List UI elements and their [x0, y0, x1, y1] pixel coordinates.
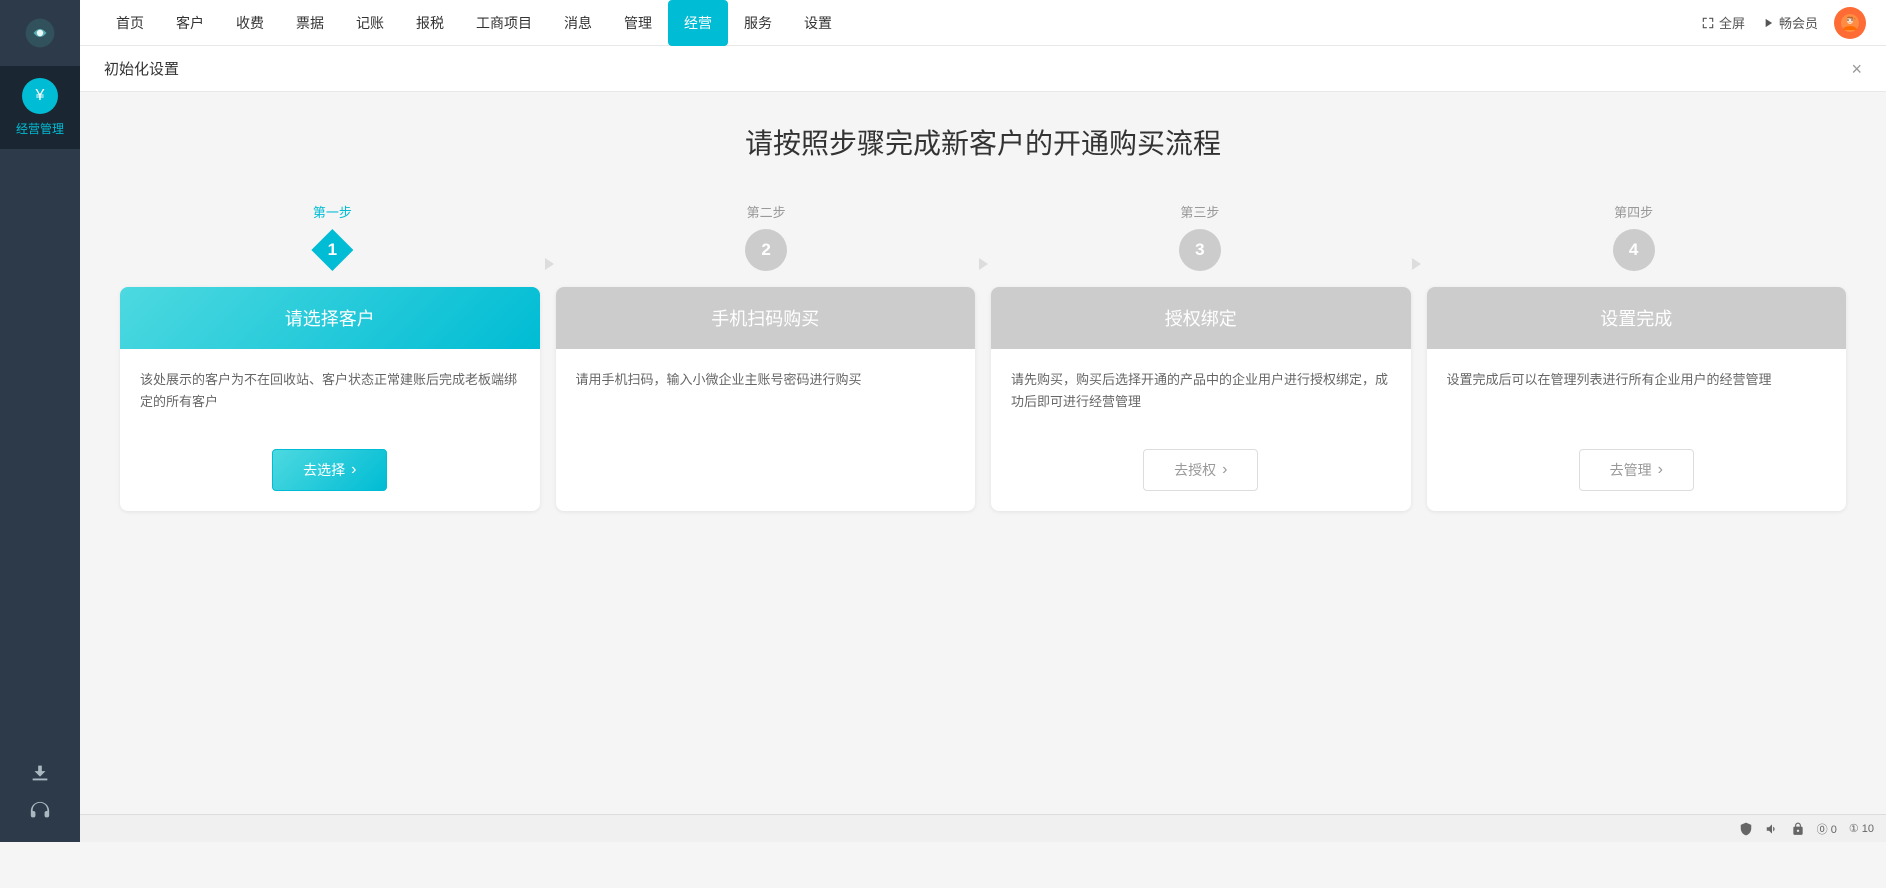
- top-navigation: 首页 客户 收费 票据 记账 报税 工商项目 消息 管理 经营 服务 设置 全屏…: [80, 0, 1886, 46]
- lock-status: [1791, 822, 1805, 836]
- card3-header: 授权绑定: [991, 287, 1411, 349]
- num-ten-status: ① 10: [1849, 822, 1874, 835]
- nav-kehu[interactable]: 客户: [160, 0, 220, 46]
- card2-header: 手机扫码购买: [556, 287, 976, 349]
- main-content: 初始化设置 × 请按照步骤完成新客户的开通购买流程 第一步 1 第二步: [80, 46, 1886, 814]
- volume-status: [1765, 822, 1779, 836]
- step4-label: 第四步: [1614, 202, 1653, 221]
- go-select-button[interactable]: 去选择 ›: [272, 449, 387, 491]
- member-label: 畅会员: [1779, 13, 1818, 32]
- user-avatar[interactable]: [1834, 7, 1866, 39]
- setup-page: 请按照步骤完成新客户的开通购买流程 第一步 1 第二步 2: [80, 92, 1886, 541]
- page-title: 初始化设置: [104, 58, 179, 79]
- nav-shoufei[interactable]: 收费: [220, 0, 280, 46]
- nav-shouye[interactable]: 首页: [100, 0, 160, 46]
- card1-header: 请选择客户: [120, 287, 540, 349]
- close-button[interactable]: ×: [1851, 60, 1862, 78]
- nav-baoshui[interactable]: 报税: [400, 0, 460, 46]
- card3-footer: 去授权 ›: [991, 433, 1411, 511]
- step2-label: 第二步: [747, 202, 786, 221]
- card4-header: 设置完成: [1427, 287, 1847, 349]
- card2-body: 请用手机扫码，输入小微企业主账号密码进行购买: [556, 349, 976, 475]
- go-manage-button[interactable]: 去管理 ›: [1579, 449, 1694, 491]
- nav-jizhi[interactable]: 记账: [340, 0, 400, 46]
- nav-gongshang[interactable]: 工商项目: [460, 0, 548, 46]
- step3-label: 第三步: [1180, 202, 1219, 221]
- nav-piaoju[interactable]: 票据: [280, 0, 340, 46]
- step1-circle: 1: [311, 229, 353, 271]
- card4-body: 设置完成后可以在管理列表进行所有企业用户的经营管理: [1427, 349, 1847, 433]
- card1-body: 该处展示的客户为不在回收站、客户状态正常建账后完成老板端绑定的所有客户: [120, 349, 540, 433]
- fullscreen-label: 全屏: [1719, 13, 1745, 32]
- sidebar-bottom: [0, 762, 80, 842]
- setup-main-title: 请按照步骤完成新客户的开通购买流程: [120, 122, 1846, 162]
- nav-guanli[interactable]: 管理: [608, 0, 668, 46]
- card-auth-bind: 授权绑定 请先购买，购买后选择开通的产品中的企业用户进行授权绑定，成功后即可进行…: [991, 287, 1411, 511]
- shield-status: [1739, 822, 1753, 836]
- status-bar-right: ⓪ 0 ① 10: [1739, 821, 1874, 837]
- yuan-icon: ¥: [22, 78, 58, 114]
- card4-footer: 去管理 ›: [1427, 433, 1847, 511]
- card1-footer: 去选择 ›: [120, 433, 540, 511]
- headset-icon[interactable]: [29, 800, 51, 822]
- card-select-customer: 请选择客户 该处展示的客户为不在回收站、客户状态正常建账后完成老板端绑定的所有客…: [120, 287, 540, 511]
- step2-circle: 2: [745, 229, 787, 271]
- step1-label: 第一步: [313, 202, 352, 221]
- nav-jingying[interactable]: 经营: [668, 0, 728, 46]
- fullscreen-button[interactable]: 全屏: [1701, 13, 1745, 32]
- sidebar-logo: [15, 10, 65, 56]
- nav-xiaoxi[interactable]: 消息: [548, 0, 608, 46]
- cards-row: 请选择客户 该处展示的客户为不在回收站、客户状态正常建账后完成老板端绑定的所有客…: [120, 287, 1846, 511]
- nav-fuwu[interactable]: 服务: [728, 0, 788, 46]
- card2-footer: [556, 475, 976, 511]
- card-setup-complete: 设置完成 设置完成后可以在管理列表进行所有企业用户的经营管理 去管理 ›: [1427, 287, 1847, 511]
- step4-circle: 4: [1613, 229, 1655, 271]
- download-icon[interactable]: [29, 762, 51, 784]
- go-auth-button[interactable]: 去授权 ›: [1143, 449, 1258, 491]
- member-button[interactable]: 畅会员: [1761, 13, 1818, 32]
- card3-body: 请先购买，购买后选择开通的产品中的企业用户进行授权绑定，成功后即可进行经营管理: [991, 349, 1411, 433]
- card-scan-purchase: 手机扫码购买 请用手机扫码，输入小微企业主账号密码进行购买: [556, 287, 976, 511]
- step3-circle: 3: [1179, 229, 1221, 271]
- sidebar-item-jingying[interactable]: ¥ 经营管理: [0, 66, 80, 149]
- sidebar: ¥ 经营管理: [0, 0, 80, 842]
- nav-shezhi[interactable]: 设置: [788, 0, 848, 46]
- page-header: 初始化设置 ×: [80, 46, 1886, 92]
- sidebar-item-label: 经营管理: [16, 120, 64, 137]
- status-bar: ▶ 完成 ⓪ 0 ① 10: [0, 814, 1886, 842]
- num-zero-status: ⓪ 0: [1817, 821, 1837, 837]
- top-nav-right: 全屏 畅会员: [1701, 7, 1866, 39]
